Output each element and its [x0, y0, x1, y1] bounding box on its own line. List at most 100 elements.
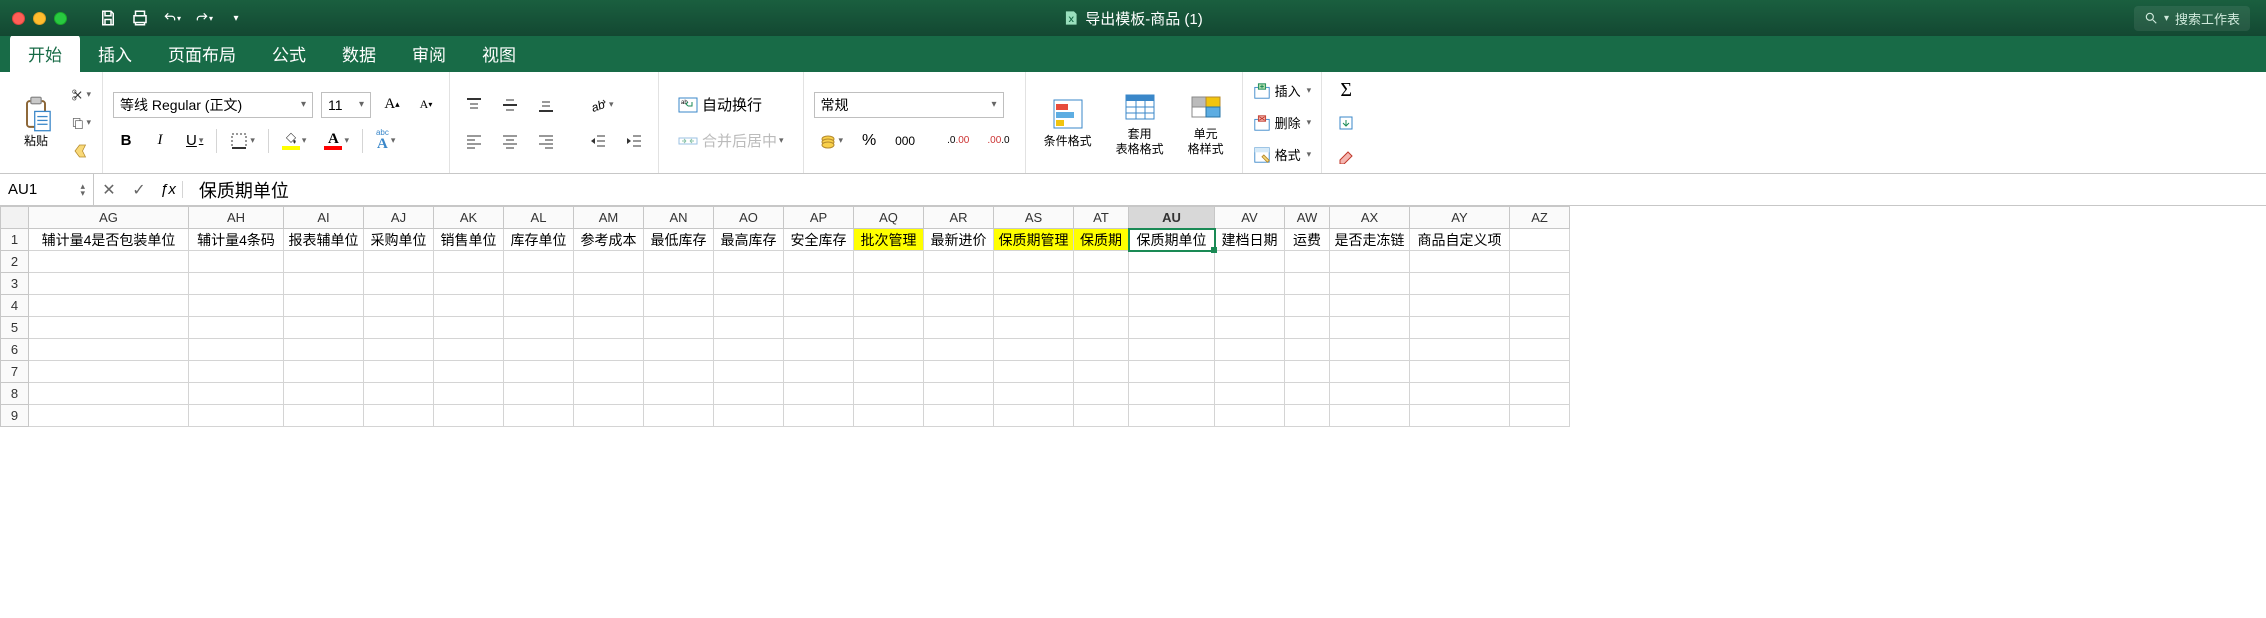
name-box[interactable]: AU1 ▴▾ [0, 174, 94, 206]
row-header[interactable]: 9 [1, 405, 29, 427]
cell[interactable] [1410, 405, 1510, 427]
cell[interactable] [714, 317, 784, 339]
percent-button[interactable]: % [856, 128, 882, 154]
phonetic-button[interactable]: abcA [371, 128, 400, 154]
increase-decimal-button[interactable]: .0.00 [942, 128, 974, 154]
cell[interactable] [784, 317, 854, 339]
row-header[interactable]: 2 [1, 251, 29, 273]
cell[interactable] [1285, 317, 1330, 339]
cell[interactable] [1285, 251, 1330, 273]
save-icon[interactable] [99, 9, 117, 27]
increase-font-button[interactable]: A▴ [379, 92, 405, 118]
cell[interactable] [854, 317, 924, 339]
cell[interactable] [1129, 295, 1215, 317]
cell[interactable] [924, 317, 994, 339]
row-header[interactable]: 7 [1, 361, 29, 383]
cell[interactable] [189, 361, 284, 383]
cell[interactable] [29, 405, 189, 427]
cell[interactable] [29, 273, 189, 295]
font-size-select[interactable]: 11▾ [321, 92, 371, 118]
column-header[interactable]: AK [434, 207, 504, 229]
tab-data[interactable]: 数据 [324, 35, 394, 72]
cell[interactable] [714, 295, 784, 317]
cell[interactable] [1410, 317, 1510, 339]
cell[interactable] [1074, 361, 1129, 383]
cell[interactable] [784, 339, 854, 361]
cell[interactable] [364, 251, 434, 273]
cell[interactable] [924, 273, 994, 295]
cell[interactable] [1510, 317, 1570, 339]
cell[interactable] [854, 405, 924, 427]
cell[interactable] [364, 405, 434, 427]
orientation-button[interactable]: ab [584, 92, 619, 118]
cell[interactable] [1129, 405, 1215, 427]
align-center-button[interactable] [496, 128, 524, 154]
row-header[interactable]: 4 [1, 295, 29, 317]
cell[interactable]: 最新进价 [924, 229, 994, 251]
cell[interactable] [1285, 405, 1330, 427]
cell[interactable] [644, 405, 714, 427]
print-icon[interactable] [131, 9, 149, 27]
cell[interactable] [1129, 361, 1215, 383]
cell[interactable] [1074, 405, 1129, 427]
cell[interactable]: 安全库存 [784, 229, 854, 251]
cell[interactable] [854, 295, 924, 317]
cell[interactable] [1074, 383, 1129, 405]
row-header[interactable]: 1 [1, 229, 29, 251]
cell[interactable] [504, 317, 574, 339]
cell[interactable]: 辅计量4是否包装单位 [29, 229, 189, 251]
confirm-formula-button[interactable]: ✓ [124, 180, 154, 200]
spreadsheet-grid[interactable]: AGAHAIAJAKALAMANAOAPAQARASATAUAVAWAXAYAZ… [0, 206, 2266, 427]
cell[interactable] [434, 405, 504, 427]
cell[interactable] [994, 383, 1074, 405]
cell[interactable] [1285, 273, 1330, 295]
align-right-button[interactable] [532, 128, 560, 154]
font-name-select[interactable]: 等线 Regular (正文)▾ [113, 92, 313, 118]
cell[interactable] [1215, 405, 1285, 427]
cell[interactable] [1330, 383, 1410, 405]
cell[interactable] [504, 273, 574, 295]
decrease-indent-button[interactable] [584, 128, 612, 154]
cell[interactable] [994, 361, 1074, 383]
cell[interactable] [504, 361, 574, 383]
format-painter-button[interactable] [70, 140, 92, 162]
cell[interactable] [504, 251, 574, 273]
cell[interactable] [364, 273, 434, 295]
comma-button[interactable]: 000 [890, 128, 920, 154]
cell[interactable] [29, 339, 189, 361]
cell[interactable] [434, 251, 504, 273]
cell[interactable] [29, 383, 189, 405]
cell[interactable]: 辅计量4条码 [189, 229, 284, 251]
cell[interactable] [644, 251, 714, 273]
cell[interactable] [784, 405, 854, 427]
cell[interactable]: 保质期 [1074, 229, 1129, 251]
cell[interactable] [784, 361, 854, 383]
cell[interactable] [714, 273, 784, 295]
cell[interactable] [574, 405, 644, 427]
fill-color-button[interactable] [277, 128, 312, 154]
cell[interactable] [1410, 251, 1510, 273]
cell[interactable] [994, 273, 1074, 295]
cell[interactable] [994, 251, 1074, 273]
tab-insert[interactable]: 插入 [80, 35, 150, 72]
column-header[interactable]: AW [1285, 207, 1330, 229]
cell[interactable] [434, 317, 504, 339]
cell[interactable] [504, 405, 574, 427]
cell[interactable] [644, 383, 714, 405]
cell[interactable] [284, 339, 364, 361]
cell[interactable] [1510, 383, 1570, 405]
search-box[interactable]: ▾ 搜索工作表 [2134, 6, 2250, 31]
name-box-stepper[interactable]: ▴▾ [80, 183, 85, 197]
cell[interactable] [364, 361, 434, 383]
cell[interactable] [29, 317, 189, 339]
bold-button[interactable]: B [113, 128, 139, 154]
cell[interactable] [1510, 229, 1570, 251]
cell[interactable] [994, 317, 1074, 339]
cell[interactable] [924, 295, 994, 317]
cell[interactable] [1410, 273, 1510, 295]
insert-cells-button[interactable]: 插入▾ [1253, 77, 1312, 105]
cell[interactable] [644, 361, 714, 383]
cell[interactable] [189, 273, 284, 295]
currency-button[interactable] [814, 128, 849, 154]
row-header[interactable]: 8 [1, 383, 29, 405]
